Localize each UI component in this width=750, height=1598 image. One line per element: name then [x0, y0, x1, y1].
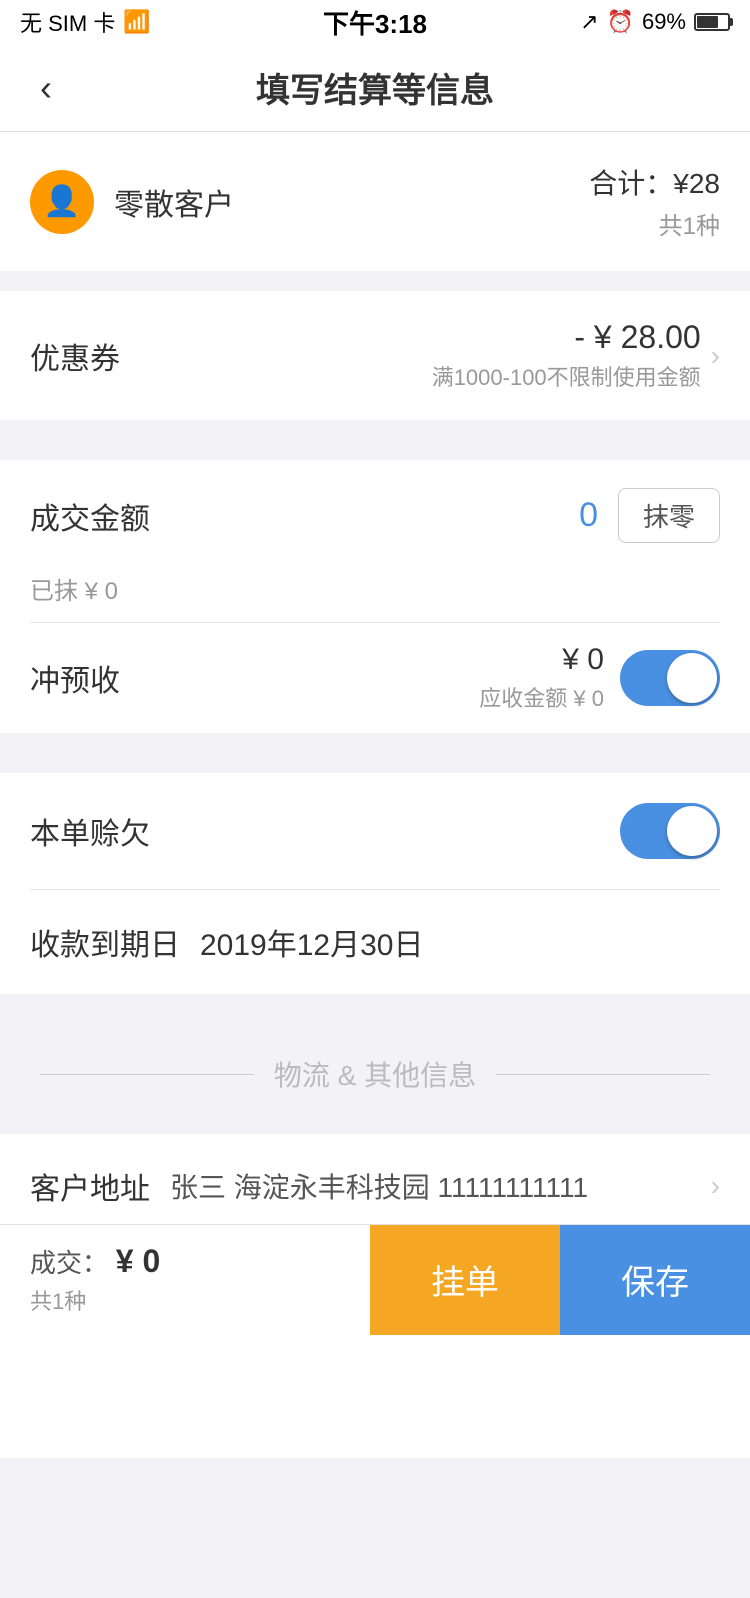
- alarm-icon: ⏰: [607, 9, 634, 35]
- customer-row: 👤 零散客户 合计：¥28 共1种: [0, 132, 750, 271]
- total-count: 共1种: [589, 206, 720, 241]
- prepay-values: ¥ 0 应收金额 ¥ 0: [479, 643, 604, 713]
- coupon-amount: - ¥ 28.00: [432, 319, 701, 356]
- due-row: 收款到期日 2019年12月30日: [0, 890, 750, 994]
- prepay-right: ¥ 0 应收金额 ¥ 0: [479, 643, 720, 713]
- bottom-trade-amount: ¥ 0: [116, 1243, 160, 1279]
- amount-row: 成交金额 0 抹零: [0, 460, 750, 571]
- coupon-row[interactable]: 优惠券 - ¥ 28.00 满1000-100不限制使用金额 ›: [0, 291, 750, 420]
- customer-info: 👤 零散客户: [30, 170, 234, 234]
- bottom-count: 共1种: [30, 1284, 340, 1316]
- status-left: 无 SIM 卡 📶: [20, 6, 151, 38]
- carrier-text: 无 SIM 卡: [20, 6, 115, 38]
- hold-button[interactable]: 挂单: [370, 1225, 560, 1335]
- avatar-icon: 👤: [43, 184, 80, 219]
- coupon-label: 优惠券: [30, 334, 120, 378]
- content: 👤 零散客户 合计：¥28 共1种 优惠券 - ¥ 28.00 满1000-10…: [0, 132, 750, 1598]
- avatar: 👤: [30, 170, 94, 234]
- customer-name: 零散客户: [114, 180, 234, 224]
- bottom-trade-line: 成交： ¥ 0: [30, 1243, 340, 1280]
- page-title: 填写结算等信息: [256, 63, 494, 112]
- address-row[interactable]: 客户地址 张三 海淀永丰科技园 11111111111 ›: [0, 1134, 750, 1238]
- amount-value: 0: [579, 496, 598, 535]
- prepay-toggle[interactable]: [620, 650, 720, 706]
- coupon-right: - ¥ 28.00 满1000-100不限制使用金额 ›: [432, 319, 720, 392]
- debt-label: 本单赊欠: [30, 809, 150, 853]
- bottom-info: 成交： ¥ 0 共1种: [0, 1243, 370, 1316]
- total-amount: 合计：¥28: [589, 162, 720, 202]
- debt-row: 本单赊欠: [0, 773, 750, 889]
- amount-sub: 已抹 ¥ 0: [0, 571, 750, 622]
- battery-icon: [694, 13, 730, 31]
- prepay-row: 冲预收 ¥ 0 应收金额 ¥ 0: [0, 623, 750, 733]
- toggle-knob: [667, 653, 717, 703]
- amount-label: 成交金额: [30, 494, 150, 538]
- address-card[interactable]: 客户地址 张三 海淀永丰科技园 11111111111 ›: [0, 1134, 750, 1238]
- address-chevron-icon: ›: [711, 1170, 720, 1202]
- address-label: 客户地址: [30, 1164, 150, 1208]
- status-bar: 无 SIM 卡 📶 下午3:18 ↗ ⏰ 69%: [0, 0, 750, 44]
- address-value: 张三 海淀永丰科技园 11111111111: [170, 1166, 711, 1206]
- customer-total: 合计：¥28 共1种: [589, 162, 720, 241]
- nav-bar: ‹ 填写结算等信息: [0, 44, 750, 132]
- section-gap-3: [0, 1014, 750, 1034]
- status-right: ↗ ⏰ 69%: [580, 9, 730, 35]
- logistics-bar: 物流 & 其他信息: [0, 1034, 750, 1114]
- logistics-label: 物流 & 其他信息: [254, 1054, 496, 1094]
- wifi-icon: 📶: [123, 9, 150, 35]
- battery-percent: 69%: [642, 9, 686, 35]
- coupon-card[interactable]: 优惠券 - ¥ 28.00 满1000-100不限制使用金额 ›: [0, 291, 750, 420]
- coupon-value: - ¥ 28.00 满1000-100不限制使用金额: [432, 319, 701, 392]
- prepay-label: 冲预收: [30, 656, 120, 700]
- due-date-value: 2019年12月30日: [200, 920, 423, 964]
- due-label: 收款到期日: [30, 920, 180, 964]
- bottom-bar: 成交： ¥ 0 共1种 挂单 保存: [0, 1224, 750, 1334]
- transaction-card: 成交金额 0 抹零 已抹 ¥ 0 冲预收 ¥ 0 应收金额 ¥ 0: [0, 460, 750, 733]
- section-gap-1: [0, 440, 750, 460]
- prepay-sub: 应收金额 ¥ 0: [479, 681, 604, 713]
- prepay-amount: ¥ 0: [479, 643, 604, 677]
- debt-toggle[interactable]: [620, 803, 720, 859]
- round-button[interactable]: 抹零: [618, 488, 720, 543]
- chevron-right-icon: ›: [711, 340, 720, 372]
- debt-card: 本单赊欠 收款到期日 2019年12月30日: [0, 773, 750, 994]
- location-icon: ↗: [580, 9, 598, 35]
- coupon-desc: 满1000-100不限制使用金额: [432, 360, 701, 392]
- debt-toggle-knob: [667, 806, 717, 856]
- status-time: 下午3:18: [323, 4, 427, 41]
- save-button[interactable]: 保存: [560, 1225, 750, 1335]
- customer-card: 👤 零散客户 合计：¥28 共1种: [0, 132, 750, 271]
- back-button[interactable]: ‹: [30, 57, 62, 119]
- bottom-trade-label: 成交：: [30, 1248, 108, 1278]
- section-gap-2: [0, 753, 750, 773]
- amount-right: 0 抹零: [579, 488, 720, 543]
- section-gap-4: [0, 1114, 750, 1134]
